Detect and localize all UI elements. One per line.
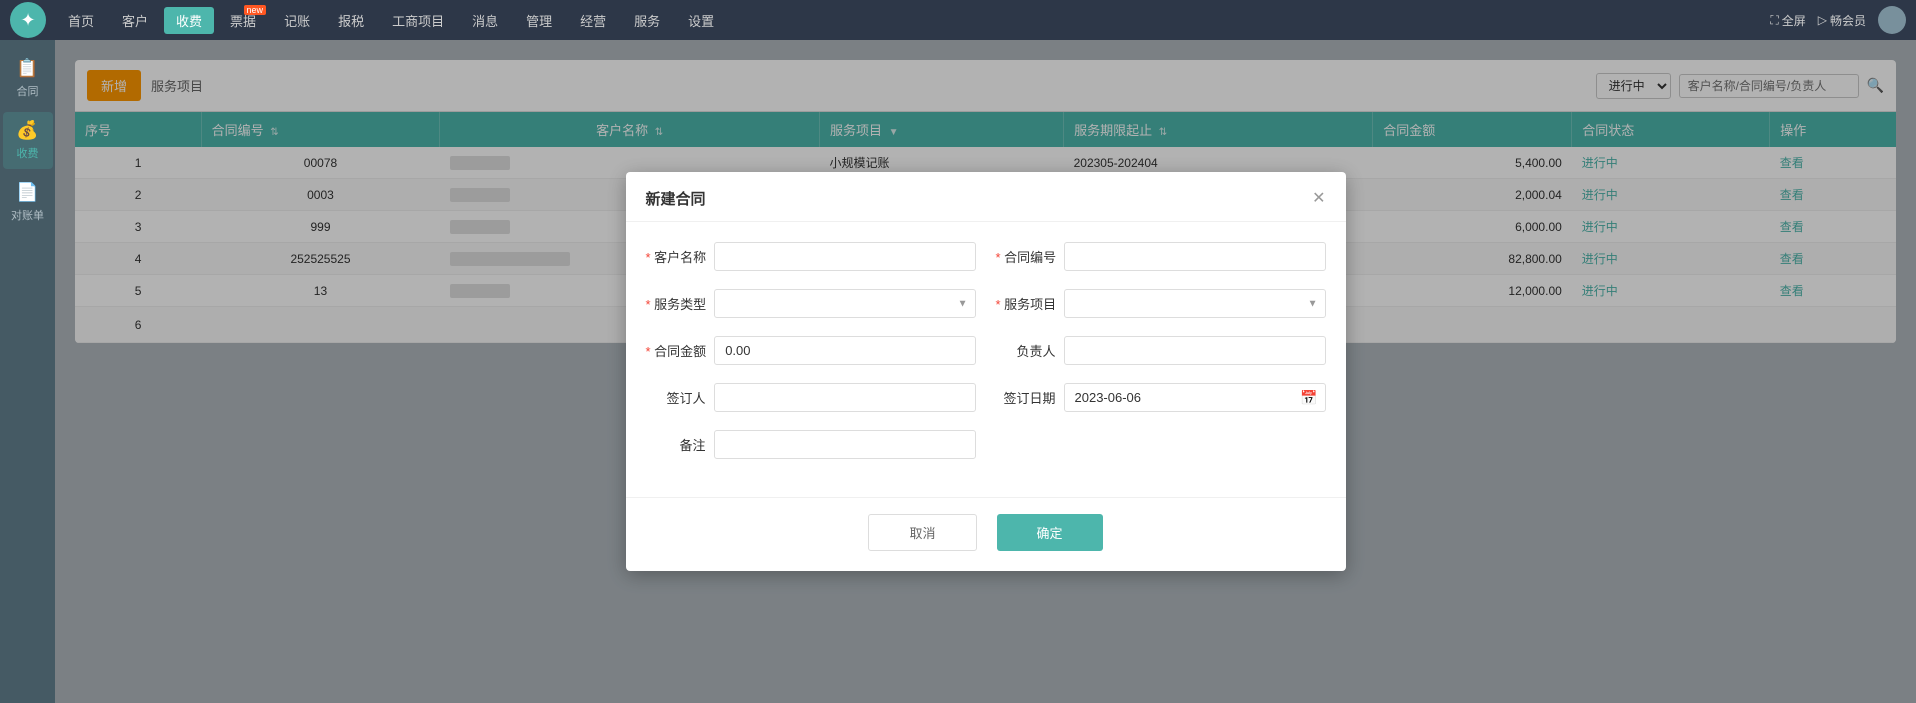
nav-service[interactable]: 服务: [622, 7, 672, 34]
modal-body: 客户名称 合同编号 服务类型 ▼: [626, 222, 1346, 497]
modal-header: 新建合同 ✕: [626, 172, 1346, 222]
confirm-button[interactable]: 确定: [997, 514, 1103, 551]
customer-field: 客户名称: [646, 242, 976, 271]
nav-settings[interactable]: 设置: [676, 7, 726, 34]
nav-message[interactable]: 消息: [460, 7, 510, 34]
fee-icon: 💰: [16, 120, 38, 141]
nav-manage[interactable]: 管理: [514, 7, 564, 34]
signer-field: 签订人: [646, 383, 976, 412]
sidebar-item-fee-label: 收费: [17, 145, 39, 161]
modal-overlay: 新建合同 ✕ 客户名称 合同编号 服务类型: [55, 40, 1916, 703]
nav-bookkeeping[interactable]: 记账: [272, 7, 322, 34]
nav-fee[interactable]: 收费: [164, 7, 214, 34]
form-row-1: 客户名称 合同编号: [646, 242, 1326, 271]
form-row-3: 合同金额 负责人: [646, 336, 1326, 365]
nav-home[interactable]: 首页: [56, 7, 106, 34]
nav-customer[interactable]: 客户: [110, 7, 160, 34]
customer-input[interactable]: [714, 242, 975, 271]
service-type-select-wrap: ▼: [714, 289, 975, 318]
form-row-5: 备注: [646, 430, 1326, 459]
top-navigation: ✦ 首页 客户 收费 票据 new 记账 报税 工商项目 消息 管理 经营 服务…: [0, 0, 1916, 40]
cancel-button[interactable]: 取消: [868, 514, 976, 551]
member-button[interactable]: ▷ 畅会员: [1818, 12, 1866, 29]
amount-field: 合同金额: [646, 336, 976, 365]
sign-date-wrap: 📅: [1064, 383, 1326, 412]
nav-items: 首页 客户 收费 票据 new 记账 报税 工商项目 消息 管理 经营 服务 设…: [56, 7, 1770, 34]
new-badge: new: [244, 5, 267, 15]
new-contract-modal: 新建合同 ✕ 客户名称 合同编号 服务类型: [626, 172, 1346, 571]
sidebar-item-contract-label: 合同: [17, 83, 39, 99]
remark-label: 备注: [646, 435, 706, 454]
contract-no-label: 合同编号: [996, 247, 1057, 266]
play-icon: ▷: [1818, 13, 1827, 27]
top-right-actions: ⛶ 全屏 ▷ 畅会员: [1770, 6, 1906, 34]
remark-input[interactable]: [714, 430, 976, 459]
nav-ticket[interactable]: 票据 new: [218, 7, 268, 34]
service-item-field: 服务项目 ▼: [996, 289, 1326, 318]
sidebar-item-statement[interactable]: 📄 对账单: [3, 174, 53, 231]
sign-date-field: 签订日期 📅: [996, 383, 1326, 412]
service-type-select[interactable]: [714, 289, 975, 318]
sidebar-item-fee[interactable]: 💰 收费: [3, 112, 53, 169]
service-item-select-wrap: ▼: [1064, 289, 1325, 318]
sign-date-input[interactable]: [1064, 383, 1326, 412]
avatar[interactable]: [1878, 6, 1906, 34]
service-type-field: 服务类型 ▼: [646, 289, 976, 318]
statement-icon: 📄: [16, 182, 38, 203]
nav-industrial[interactable]: 工商项目: [380, 7, 456, 34]
service-item-select[interactable]: [1064, 289, 1325, 318]
app-logo: ✦: [10, 2, 46, 38]
service-type-label: 服务类型: [646, 294, 707, 313]
signer-label: 签订人: [646, 388, 706, 407]
contract-icon: 📋: [16, 58, 38, 79]
contract-no-input[interactable]: [1064, 242, 1325, 271]
customer-label: 客户名称: [646, 247, 707, 266]
sidebar-item-statement-label: 对账单: [11, 207, 44, 223]
modal-footer: 取消 确定: [626, 497, 1346, 571]
fullscreen-button[interactable]: ⛶ 全屏: [1770, 12, 1805, 29]
fullscreen-icon: ⛶: [1770, 13, 1778, 28]
form-row-4: 签订人 签订日期 📅: [646, 383, 1326, 412]
modal-title: 新建合同: [646, 188, 706, 209]
form-row-2: 服务类型 ▼ 服务项目 ▼: [646, 289, 1326, 318]
contract-no-field: 合同编号: [996, 242, 1326, 271]
sidebar-item-contract[interactable]: 📋 合同: [3, 50, 53, 107]
nav-tax[interactable]: 报税: [326, 7, 376, 34]
amount-input[interactable]: [714, 336, 975, 365]
nav-operation[interactable]: 经营: [568, 7, 618, 34]
responsible-label: 负责人: [996, 341, 1056, 360]
sign-date-label: 签订日期: [996, 388, 1056, 407]
responsible-input[interactable]: [1064, 336, 1326, 365]
service-item-label: 服务项目: [996, 294, 1057, 313]
sidebar: 📋 合同 💰 收费 📄 对账单: [0, 40, 55, 703]
responsible-field: 负责人: [996, 336, 1326, 365]
signer-input[interactable]: [714, 383, 976, 412]
amount-label: 合同金额: [646, 341, 707, 360]
calendar-icon[interactable]: 📅: [1300, 389, 1317, 406]
modal-close-button[interactable]: ✕: [1312, 191, 1325, 207]
remark-field: 备注: [646, 430, 976, 459]
